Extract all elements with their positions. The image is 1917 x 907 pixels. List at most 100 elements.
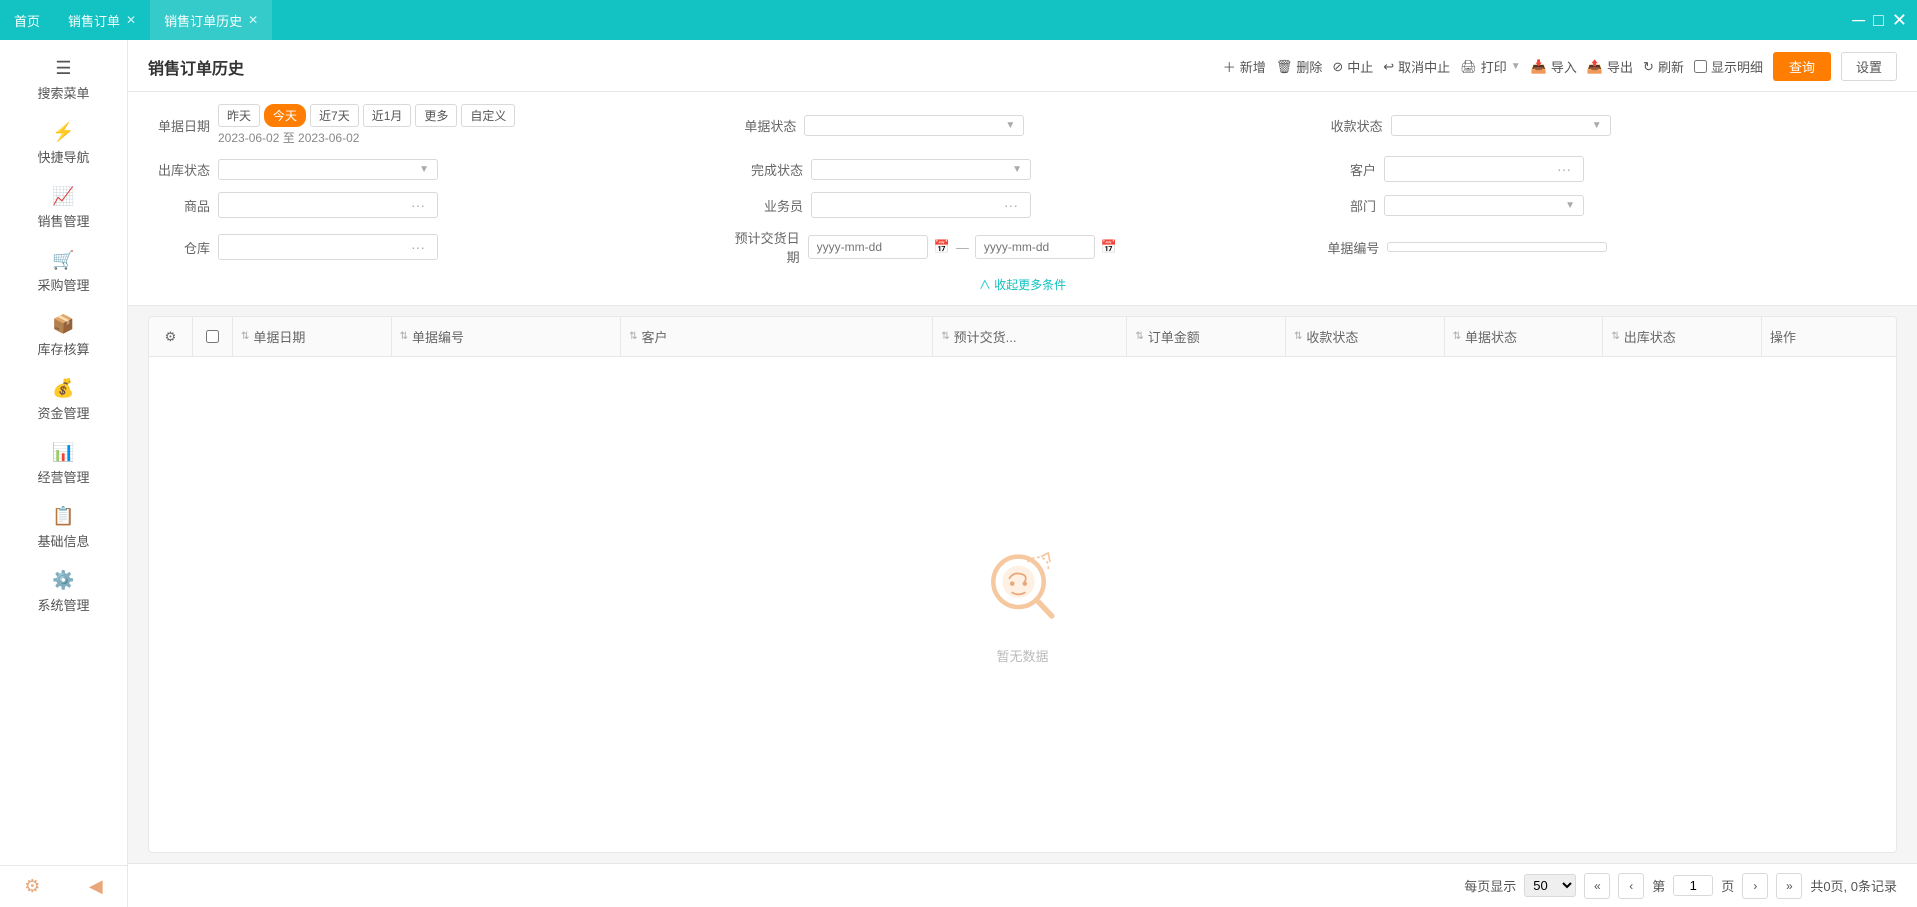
goods-control: ···: [218, 192, 731, 218]
filter-row-3: 商品 ··· 业务员 ··· 部门 ▼: [148, 192, 1897, 218]
complete-status-select[interactable]: ▼: [811, 159, 1031, 180]
salesman-ellipsis[interactable]: ···: [1000, 197, 1022, 213]
th-docno-label: 单据编号: [412, 327, 464, 346]
date-label: 单据日期: [148, 116, 218, 135]
doc-no-input[interactable]: [1387, 242, 1607, 252]
add-button[interactable]: ＋ 新增: [1223, 57, 1266, 76]
salesman-input[interactable]: ···: [811, 192, 1031, 218]
export-button[interactable]: 📤 导出: [1587, 57, 1633, 76]
show-detail-input[interactable]: [1694, 60, 1707, 73]
per-page-select[interactable]: 50 10 20 100: [1524, 874, 1576, 897]
date-7days-btn[interactable]: 近7天: [310, 104, 359, 127]
show-detail-label: 显示明细: [1711, 57, 1763, 76]
th-delivery[interactable]: ⇅ 预计交货...: [933, 317, 1127, 356]
prev-page-btn[interactable]: ‹: [1618, 873, 1644, 899]
customer-control: ···: [1384, 156, 1897, 182]
date-1month-btn[interactable]: 近1月: [363, 104, 412, 127]
th-settings[interactable]: ⚙: [149, 317, 193, 356]
close-sales-order-icon[interactable]: ✕: [126, 13, 136, 27]
sidebar-item-operation[interactable]: 📊 经营管理: [0, 432, 127, 496]
date-today-btn[interactable]: 今天: [264, 104, 306, 127]
print-button[interactable]: 🖨 打印 ▼: [1460, 57, 1520, 76]
sidebar-item-system[interactable]: ⚙️ 系统管理: [0, 560, 127, 624]
settings-button[interactable]: 设置: [1841, 52, 1897, 81]
sidebar-item-inventory[interactable]: 📦 库存核算: [0, 304, 127, 368]
th-pay-status[interactable]: ⇅ 收款状态: [1286, 317, 1445, 356]
next-page-btn[interactable]: ›: [1742, 873, 1768, 899]
th-docno[interactable]: ⇅ 单据编号: [392, 317, 621, 356]
select-all-checkbox[interactable]: [206, 330, 219, 343]
collapse-more[interactable]: ∧ 收起更多条件: [148, 276, 1897, 293]
th-doc-status[interactable]: ⇅ 单据状态: [1445, 317, 1604, 356]
sales-mgmt-icon: 📈: [52, 186, 74, 207]
tab-sales-order-history[interactable]: 销售订单历史 ✕: [150, 0, 272, 40]
th-checkbox[interactable]: [193, 317, 233, 356]
per-page-label: 每页显示: [1464, 876, 1516, 895]
sidebar-item-quick-nav[interactable]: ⚡ 快捷导航: [0, 112, 127, 176]
tab-home-label: 首页: [14, 11, 40, 30]
filter-row-1: 单据日期 昨天 今天 近7天 近1月 更多 自定义 2023-06-02 至 2…: [148, 104, 1897, 146]
minimize-icon[interactable]: ─: [1852, 10, 1865, 31]
out-status-select[interactable]: ▼: [218, 159, 438, 180]
tab-sales-order[interactable]: 销售订单 ✕: [54, 0, 150, 40]
sidebar-bottom: ⚙ ◀: [0, 865, 127, 907]
warehouse-input[interactable]: ···: [218, 234, 438, 260]
last-page-btn[interactable]: »: [1776, 873, 1802, 899]
warehouse-ellipsis[interactable]: ···: [407, 239, 429, 255]
calendar-to-icon[interactable]: 📅: [1101, 239, 1117, 255]
cancel-stop-button[interactable]: ↩ 取消中止: [1383, 57, 1450, 76]
complete-status-arrow-icon: ▼: [1012, 164, 1022, 175]
sidebar: ☰ 搜索菜单 ⚡ 快捷导航 📈 销售管理 🛒 采购管理 📦 库存核算 💰 资金管…: [0, 40, 128, 907]
filter-area: 单据日期 昨天 今天 近7天 近1月 更多 自定义 2023-06-02 至 2…: [128, 92, 1917, 306]
customer-input[interactable]: ···: [1384, 156, 1584, 182]
page-number-input[interactable]: [1673, 875, 1713, 896]
import-icon: 📥: [1531, 59, 1547, 75]
sidebar-label-quick-nav: 快捷导航: [37, 147, 89, 166]
table-settings-icon[interactable]: ⚙: [165, 329, 177, 345]
th-date[interactable]: ⇅ 单据日期: [233, 317, 392, 356]
page-label: 第: [1652, 876, 1665, 895]
stop-button[interactable]: ⊘ 中止: [1332, 57, 1373, 76]
calendar-from-icon[interactable]: 📅: [934, 239, 950, 255]
pay-status-select[interactable]: ▼: [1391, 115, 1611, 136]
sidebar-collapse-icon[interactable]: ◀: [89, 876, 103, 897]
maximize-icon[interactable]: □: [1873, 10, 1884, 31]
query-button[interactable]: 查询: [1773, 52, 1831, 81]
date-custom-btn[interactable]: 自定义: [461, 104, 515, 127]
sidebar-item-purchase-mgmt[interactable]: 🛒 采购管理: [0, 240, 127, 304]
import-button[interactable]: 📥 导入: [1531, 57, 1577, 76]
sidebar-item-basic-info[interactable]: 📋 基础信息: [0, 496, 127, 560]
window-controls: ─ □ ✕: [1852, 10, 1917, 31]
refresh-button[interactable]: ↻ 刷新: [1643, 57, 1684, 76]
th-out-status[interactable]: ⇅ 出库状态: [1603, 317, 1762, 356]
date-more-btn[interactable]: 更多: [415, 104, 457, 127]
main-layout: ☰ 搜索菜单 ⚡ 快捷导航 📈 销售管理 🛒 采购管理 📦 库存核算 💰 资金管…: [0, 40, 1917, 907]
goods-ellipsis[interactable]: ···: [407, 197, 429, 213]
delete-button[interactable]: 🗑 删除: [1276, 57, 1323, 76]
warehouse-control: ···: [218, 234, 728, 260]
goods-input[interactable]: ···: [218, 192, 438, 218]
first-page-btn[interactable]: «: [1584, 873, 1610, 899]
sidebar-settings-icon[interactable]: ⚙: [24, 876, 40, 897]
delivery-date-from[interactable]: [808, 235, 928, 259]
total-text: 共0页, 0条记录: [1810, 876, 1897, 895]
th-customer[interactable]: ⇅ 客户: [621, 317, 933, 356]
date-yesterday-btn[interactable]: 昨天: [218, 104, 260, 127]
tab-home[interactable]: 首页: [0, 0, 54, 40]
department-select[interactable]: ▼: [1384, 195, 1584, 216]
window-close-icon[interactable]: ✕: [1892, 10, 1907, 31]
salesman-label: 业务员: [731, 196, 811, 215]
customer-ellipsis[interactable]: ···: [1553, 161, 1575, 177]
show-detail-checkbox[interactable]: 显示明细: [1694, 57, 1763, 76]
doc-status-select[interactable]: ▼: [804, 115, 1024, 136]
sort-doc-status-icon: ⇅: [1453, 331, 1461, 342]
sidebar-item-capital[interactable]: 💰 资金管理: [0, 368, 127, 432]
sidebar-item-sales-mgmt[interactable]: 📈 销售管理: [0, 176, 127, 240]
sidebar-item-search-menu[interactable]: ☰ 搜索菜单: [0, 48, 127, 112]
th-amount[interactable]: ⇅ 订单金额: [1127, 317, 1286, 356]
sort-amount-icon: ⇅: [1135, 331, 1143, 342]
delivery-date-to[interactable]: [975, 235, 1095, 259]
department-label: 部门: [1324, 196, 1384, 215]
close-history-icon[interactable]: ✕: [248, 13, 258, 27]
sort-delivery-icon: ⇅: [941, 331, 949, 342]
